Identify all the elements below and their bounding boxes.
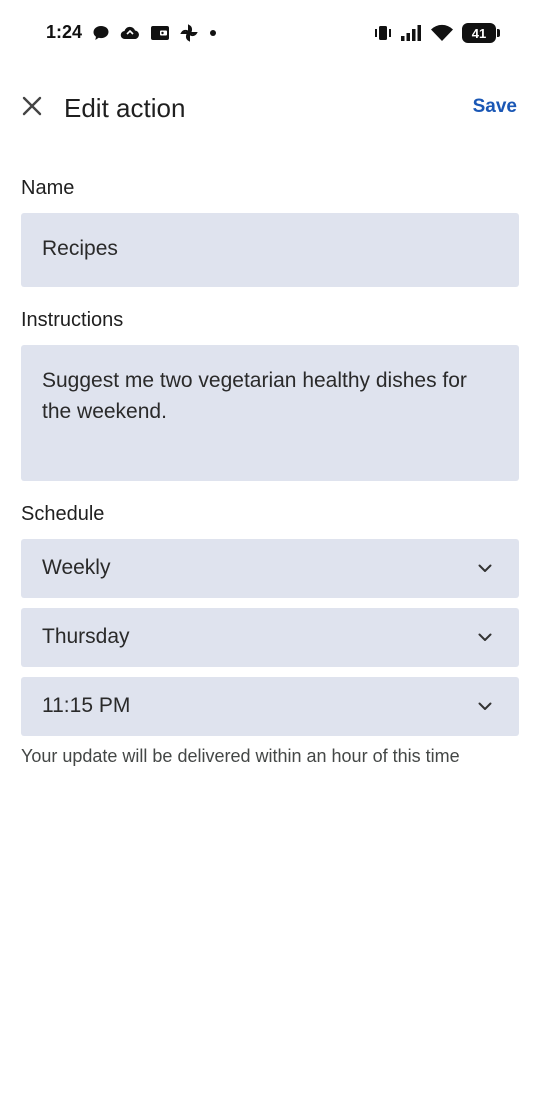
vibrate-icon [374, 24, 392, 42]
system-icons: 41 [374, 22, 500, 44]
dot-icon [208, 28, 218, 38]
pinwheel-icon [179, 23, 199, 43]
name-value: Recipes [42, 237, 118, 260]
notification-icons [92, 22, 218, 44]
chevron-down-icon [475, 696, 495, 716]
instructions-value: Suggest me two vegetarian healthy dishes… [42, 369, 467, 423]
time-value: 11:15 PM [42, 694, 131, 717]
schedule-label: Schedule [21, 503, 105, 525]
time-dropdown[interactable]: 11:15 PM [21, 677, 519, 736]
day-value: Thursday [42, 625, 130, 648]
helper-text: Your update will be delivered within an … [21, 746, 460, 766]
wallet-icon [150, 24, 170, 42]
name-label: Name [21, 177, 75, 199]
page-title: Edit action [64, 93, 186, 123]
cloud-icon [119, 24, 141, 42]
frequency-dropdown[interactable]: Weekly [21, 539, 519, 598]
save-button[interactable]: Save [473, 96, 517, 118]
app-bar: Edit action Save [0, 80, 540, 136]
battery-level: 41 [471, 25, 487, 41]
name-field[interactable]: Recipes [21, 213, 519, 287]
edit-action-screen: 1:24 41 Edit action Save Name Recipes In… [0, 0, 540, 1100]
instructions-label: Instructions [21, 309, 124, 331]
chat-bubble-icon [92, 24, 110, 42]
close-icon [21, 95, 43, 122]
wifi-icon [430, 24, 454, 42]
status-bar: 1:24 41 [0, 0, 540, 68]
status-time: 1:24 [46, 22, 83, 42]
chevron-down-icon [475, 558, 495, 578]
day-dropdown[interactable]: Thursday [21, 608, 519, 667]
signal-icon [400, 24, 422, 42]
frequency-value: Weekly [42, 556, 111, 579]
close-button[interactable] [14, 90, 50, 126]
instructions-field[interactable]: Suggest me two vegetarian healthy dishes… [21, 345, 519, 481]
battery-icon: 41 [462, 23, 500, 43]
chevron-down-icon [475, 627, 495, 647]
